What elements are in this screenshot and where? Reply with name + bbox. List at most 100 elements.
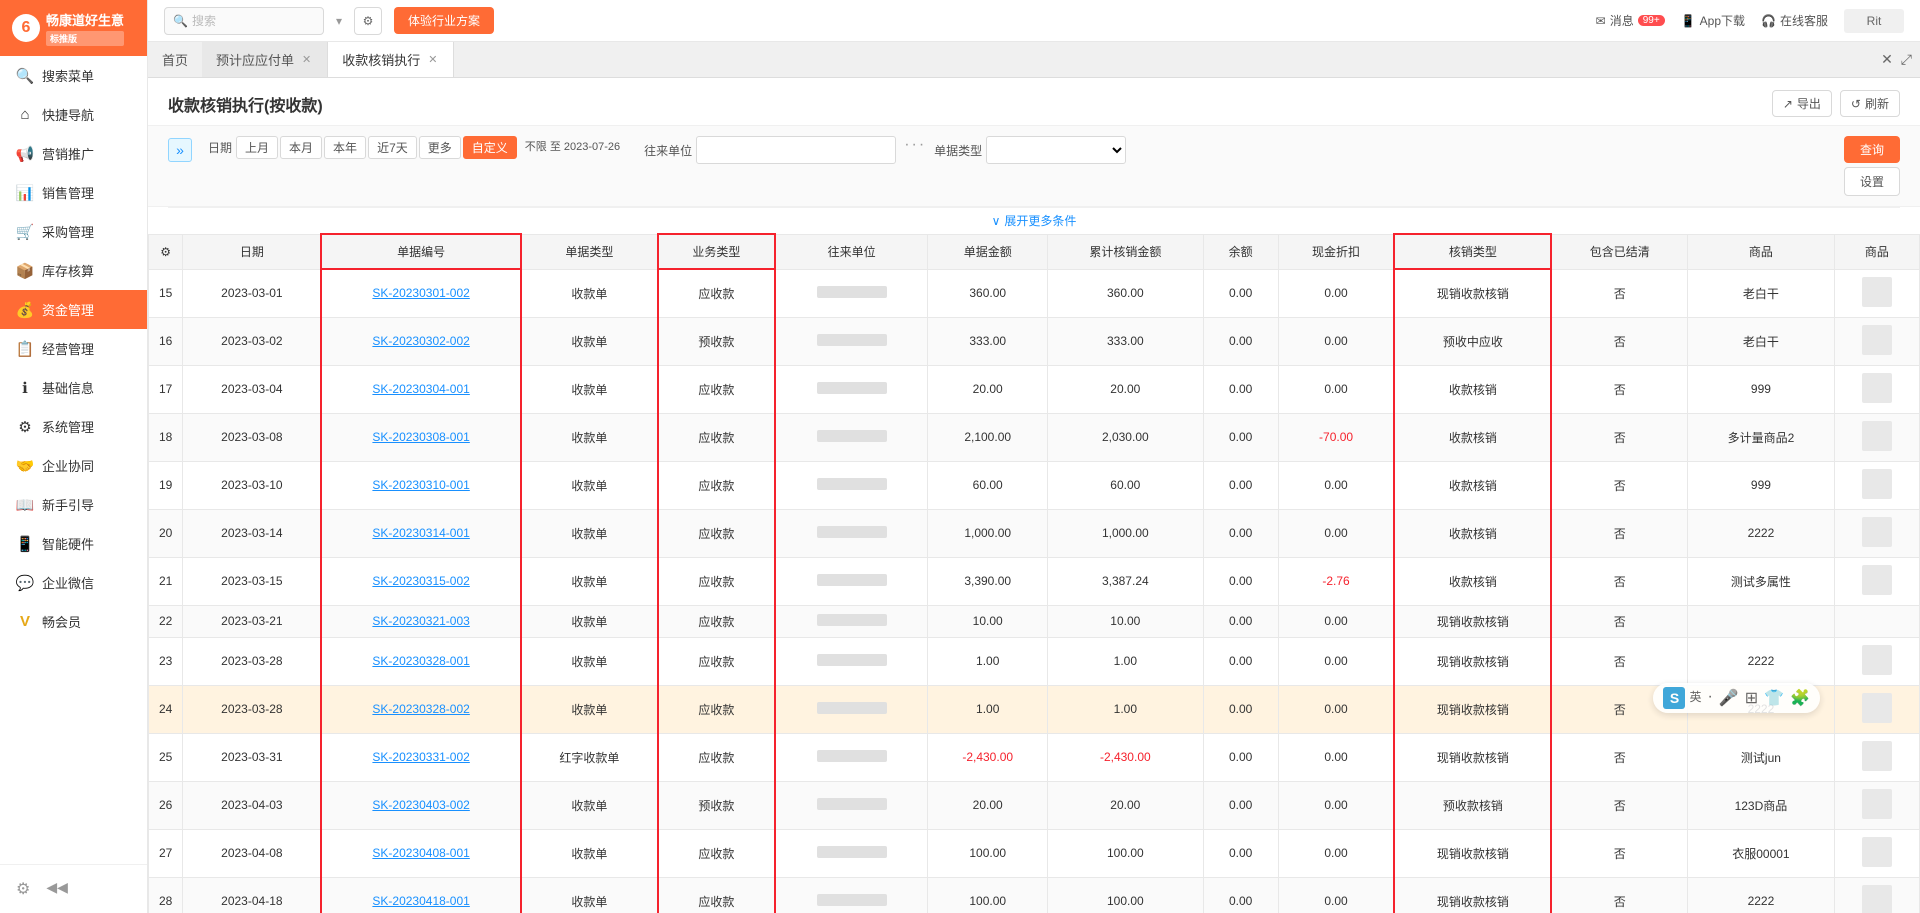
topbar-search-box[interactable]: 🔍 搜索	[164, 7, 324, 35]
sidebar-item-enterprise[interactable]: 🤝 企业协同	[0, 446, 147, 485]
cell-doc-no: SK-20230418-001	[321, 877, 521, 913]
doc-no-link[interactable]: SK-20230308-001	[372, 430, 469, 444]
doc-no-link[interactable]: SK-20230315-002	[372, 574, 469, 588]
cell-no: 18	[149, 413, 183, 461]
cell-discount: 0.00	[1278, 605, 1394, 637]
tab-home[interactable]: 首页	[148, 42, 202, 77]
tab-close-all-icon[interactable]: ✕	[1881, 51, 1893, 68]
export-button[interactable]: ↗ 导出	[1772, 90, 1832, 117]
doc-no-link[interactable]: SK-20230403-002	[372, 798, 469, 812]
table-row: 26 2023-04-03 SK-20230403-002 收款单 预收款 20…	[149, 781, 1920, 829]
logo-text: 畅康道好生意	[46, 10, 124, 29]
sidebar-item-finance[interactable]: 💰 资金管理	[0, 290, 147, 329]
cell-doc-type: 收款单	[521, 829, 658, 877]
cell-included: 否	[1551, 877, 1687, 913]
cell-amount: 60.00	[928, 461, 1048, 509]
cell-biz-type: 应收款	[658, 557, 775, 605]
refresh-button[interactable]: ↺ 刷新	[1840, 90, 1900, 117]
cell-date: 2023-03-15	[183, 557, 322, 605]
sidebar-item-guide[interactable]: 📖 新手引导	[0, 485, 147, 524]
filter-doctype-select[interactable]	[986, 136, 1126, 164]
doc-no-link[interactable]: SK-20230302-002	[372, 334, 469, 348]
cell-date: 2023-03-08	[183, 413, 322, 461]
cell-biz-type: 应收款	[658, 637, 775, 685]
sidebar-item-sales[interactable]: 📊 销售管理	[0, 173, 147, 212]
cell-no: 20	[149, 509, 183, 557]
collapse-icon[interactable]: ◀◀	[46, 879, 68, 899]
filter-partner-input[interactable]	[696, 136, 896, 164]
col-settings[interactable]: ⚙	[149, 234, 183, 269]
cell-included: 否	[1551, 509, 1687, 557]
cell-partner	[775, 461, 928, 509]
cell-discount: 0.00	[1278, 877, 1394, 913]
filter-more[interactable]: 更多	[419, 136, 461, 159]
doc-no-link[interactable]: SK-20230328-002	[372, 702, 469, 716]
sidebar-item-basic[interactable]: ℹ 基础信息	[0, 368, 147, 407]
member-icon: V	[16, 613, 34, 631]
cell-goods1: 老白干	[1688, 269, 1835, 317]
filter-this-year[interactable]: 本年	[324, 136, 366, 159]
sidebar-item-operations[interactable]: 📋 经营管理	[0, 329, 147, 368]
settings-bottom-icon[interactable]: ⚙	[16, 879, 30, 899]
filter-last-month[interactable]: 上月	[236, 136, 278, 159]
cell-doc-type: 收款单	[521, 269, 658, 317]
cell-doc-type: 收款单	[521, 365, 658, 413]
service-action[interactable]: 🎧 在线客服	[1761, 12, 1828, 29]
cell-goods2	[1834, 317, 1919, 365]
filter-toggle-button[interactable]: »	[168, 138, 192, 162]
tab-receipt-close[interactable]: ✕	[426, 52, 439, 67]
sidebar-item-marketing[interactable]: 📢 营销推广	[0, 134, 147, 173]
query-button[interactable]: 查询	[1844, 136, 1900, 163]
data-table: ⚙ 日期 单据编号 单据类型 业务类型 往来单位 单据金额 累计核销金额 余额 …	[148, 233, 1920, 913]
doc-no-link[interactable]: SK-20230331-002	[372, 750, 469, 764]
user-avatar[interactable]: Rit	[1844, 9, 1904, 33]
filter-7days[interactable]: 近7天	[368, 136, 417, 159]
doc-no-link[interactable]: SK-20230314-001	[372, 526, 469, 540]
filter-this-month[interactable]: 本月	[280, 136, 322, 159]
cell-no: 26	[149, 781, 183, 829]
gear-button[interactable]: ⚙	[354, 7, 382, 35]
cell-accum: 60.00	[1048, 461, 1203, 509]
doc-no-link[interactable]: SK-20230304-001	[372, 382, 469, 396]
app-action[interactable]: 📱 App下载	[1681, 12, 1745, 29]
cell-discount: 0.00	[1278, 269, 1394, 317]
doc-no-link[interactable]: SK-20230418-001	[372, 894, 469, 908]
solution-button[interactable]: 体验行业方案	[394, 7, 494, 34]
sidebar-item-hardware[interactable]: 📱 智能硬件	[0, 524, 147, 563]
marketing-icon: 📢	[16, 145, 34, 163]
tab-prepay[interactable]: 预计应应付单 ✕	[202, 42, 328, 77]
cell-partner	[775, 365, 928, 413]
message-action[interactable]: ✉ 消息 99+	[1596, 12, 1665, 29]
cell-goods1	[1688, 605, 1835, 637]
tab-prepay-close[interactable]: ✕	[300, 52, 313, 67]
cell-accum: 10.00	[1048, 605, 1203, 637]
filter-expand-bar[interactable]: ∨ 展开更多条件	[168, 207, 1900, 233]
sidebar-item-purchase[interactable]: 🛒 采购管理	[0, 212, 147, 251]
filter-partner-label: 往来单位	[644, 142, 692, 159]
dropdown-arrow-icon[interactable]: ▾	[336, 14, 342, 28]
sidebar-item-system[interactable]: ⚙ 系统管理	[0, 407, 147, 446]
tab-receipt[interactable]: 收款核销执行 ✕	[328, 42, 454, 77]
cell-goods2	[1834, 269, 1919, 317]
sidebar-item-search[interactable]: 🔍 搜索菜单	[0, 56, 147, 95]
doc-no-link[interactable]: SK-20230310-001	[372, 478, 469, 492]
sidebar-item-quick[interactable]: ⌂ 快捷导航	[0, 95, 147, 134]
doc-no-link[interactable]: SK-20230301-002	[372, 286, 469, 300]
settings-icon[interactable]: ⚙	[160, 245, 171, 259]
sidebar-item-label: 系统管理	[42, 417, 94, 436]
tab-expand-icon[interactable]: ⤢	[1901, 51, 1912, 68]
settings-button[interactable]: 设置	[1844, 167, 1900, 196]
sidebar-item-inventory[interactable]: 📦 库存核算	[0, 251, 147, 290]
sidebar-item-label: 经营管理	[42, 339, 94, 358]
doc-no-link[interactable]: SK-20230321-003	[372, 614, 469, 628]
cell-balance: 0.00	[1203, 269, 1278, 317]
sidebar-item-wechat[interactable]: 💬 企业微信	[0, 563, 147, 602]
doc-no-link[interactable]: SK-20230328-001	[372, 654, 469, 668]
doc-no-link[interactable]: SK-20230408-001	[372, 846, 469, 860]
cell-balance: 0.00	[1203, 781, 1278, 829]
cell-included: 否	[1551, 781, 1687, 829]
filter-custom[interactable]: 自定义	[463, 136, 517, 159]
sidebar-logo: 6 畅康道好生意 标推版	[0, 0, 147, 56]
sidebar-item-member[interactable]: V 畅会员	[0, 602, 147, 641]
cell-partner	[775, 829, 928, 877]
